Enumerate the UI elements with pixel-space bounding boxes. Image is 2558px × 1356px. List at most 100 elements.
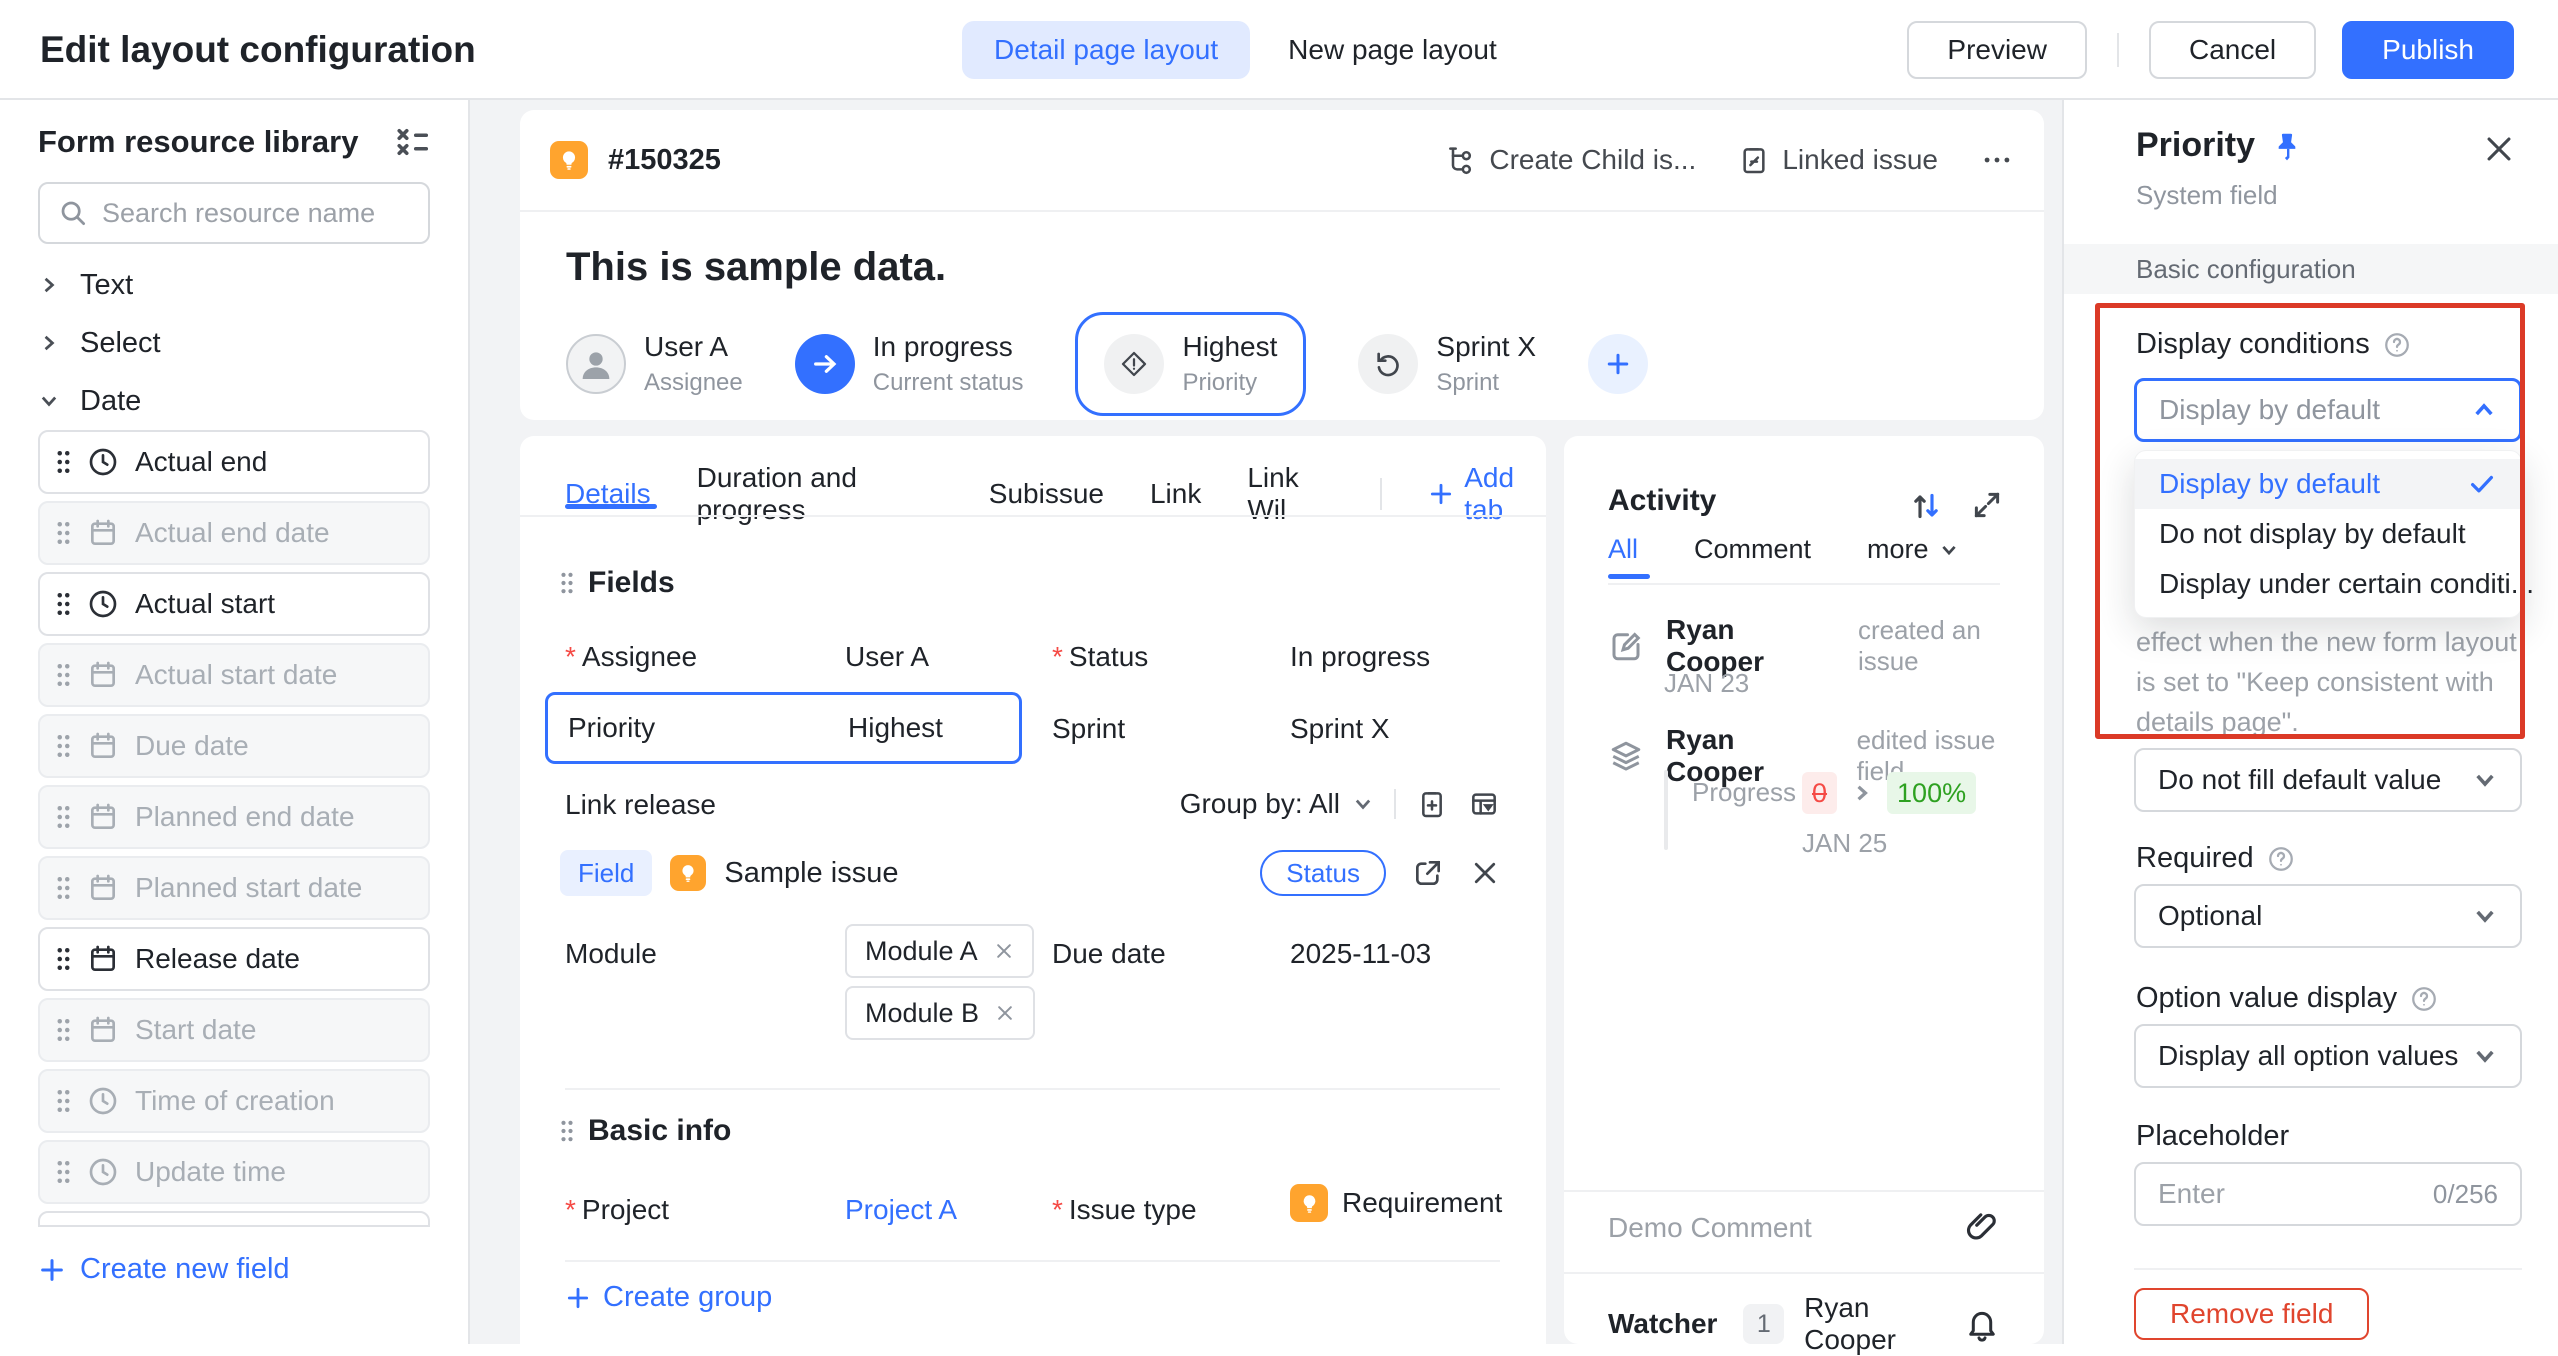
activity-tab-more[interactable]: more xyxy=(1867,534,1959,565)
expand-icon[interactable] xyxy=(1970,488,2004,524)
group-date[interactable]: Date xyxy=(38,372,430,430)
field-card-planned-end-date[interactable]: Planned end date xyxy=(38,785,430,849)
field-card-clipped[interactable] xyxy=(38,1211,430,1227)
help-icon[interactable] xyxy=(2382,330,2412,360)
remove-field-button[interactable]: Remove field xyxy=(2134,1288,2370,1340)
tab-link[interactable]: Link xyxy=(1150,478,1201,510)
page-title: Edit layout configuration xyxy=(40,29,476,70)
activity-tab-comment[interactable]: Comment xyxy=(1694,534,1811,565)
drag-handle-icon[interactable] xyxy=(56,945,71,973)
field-card-due-date[interactable]: Due date xyxy=(38,714,430,778)
placeholder-input[interactable] xyxy=(2158,1178,2423,1210)
field-card-time-of-creation[interactable]: Time of creation xyxy=(38,1069,430,1133)
tab-detail-page-layout[interactable]: Detail page layout xyxy=(962,21,1251,79)
layers-icon xyxy=(1608,738,1644,774)
priority-chip-selected[interactable]: Highest Priority xyxy=(1075,312,1307,416)
field-card-release-date[interactable]: Release date xyxy=(38,927,430,991)
watcher-name[interactable]: Ryan Cooper xyxy=(1804,1292,1964,1356)
comment-input[interactable]: Demo Comment xyxy=(1608,1212,1812,1244)
search-input[interactable] xyxy=(102,197,456,229)
drag-handle-icon[interactable] xyxy=(56,1016,71,1044)
sample-issue-actions: Status xyxy=(1260,850,1500,896)
dropdown-option-do-not-display[interactable]: Do not display by default xyxy=(2135,509,2521,559)
required-select[interactable]: Optional xyxy=(2134,884,2522,948)
assignee-value[interactable]: User A xyxy=(845,641,929,673)
tab-subissue[interactable]: Subissue xyxy=(989,478,1104,510)
option-value-display-select[interactable]: Display all option values xyxy=(2134,1024,2522,1088)
calendar-icon xyxy=(87,730,119,762)
drag-handle-icon[interactable] xyxy=(56,732,71,760)
create-new-field-button[interactable]: Create new field xyxy=(38,1253,430,1286)
create-child-issue-button[interactable]: Create Child is... xyxy=(1445,144,1696,176)
priority-field-selected[interactable]: Priority Highest xyxy=(545,692,1022,764)
create-group-button[interactable]: Create group xyxy=(565,1281,772,1314)
pin-icon[interactable] xyxy=(2271,130,2303,162)
module-tag[interactable]: Module B xyxy=(845,986,1036,1040)
tab-new-page-layout[interactable]: New page layout xyxy=(1288,34,1497,66)
drag-handle-icon[interactable] xyxy=(56,874,71,902)
drag-handle-icon[interactable] xyxy=(56,1158,71,1186)
default-value-select[interactable]: Do not fill default value xyxy=(2134,748,2522,812)
help-icon[interactable] xyxy=(2409,984,2439,1014)
issue-type-value-wrap[interactable]: Requirement xyxy=(1290,1184,1502,1222)
field-card-planned-start-date[interactable]: Planned start date xyxy=(38,856,430,920)
sprint-value[interactable]: Sprint X xyxy=(1290,713,1390,745)
field-card-start-date[interactable]: Start date xyxy=(38,998,430,1062)
field-card-actual-end[interactable]: Actual end xyxy=(38,430,430,494)
priority-value: Highest xyxy=(848,712,943,743)
attachment-icon[interactable] xyxy=(1964,1208,2000,1244)
remove-link-icon[interactable] xyxy=(1470,858,1500,888)
collapse-panel-icon[interactable] xyxy=(394,124,430,160)
group-text[interactable]: Text xyxy=(38,256,430,314)
drag-handle-icon[interactable] xyxy=(560,570,574,596)
chevron-up-icon xyxy=(2471,397,2497,423)
open-in-new-icon[interactable] xyxy=(1412,857,1444,889)
layout-mode-tabs: Detail page layout New page layout xyxy=(962,21,1497,79)
close-inspector-icon[interactable] xyxy=(2482,132,2516,166)
publish-button[interactable]: Publish xyxy=(2342,21,2514,79)
remove-tag-icon[interactable] xyxy=(994,941,1014,961)
group-by-dropdown[interactable]: Group by: All xyxy=(1180,788,1374,820)
activity-tab-all[interactable]: All xyxy=(1608,534,1638,565)
drag-handle-icon[interactable] xyxy=(56,661,71,689)
status-value[interactable]: In progress xyxy=(1290,641,1430,673)
table-config-icon[interactable] xyxy=(1468,788,1500,820)
copy-fields-icon[interactable] xyxy=(1416,788,1448,820)
search-resource-box[interactable] xyxy=(38,182,456,244)
sort-order-icon[interactable] xyxy=(1908,488,1944,524)
field-inspector-panel: Priority System field Basic configuratio… xyxy=(2062,100,2558,1344)
project-value[interactable]: Project A xyxy=(845,1194,957,1226)
drag-handle-icon[interactable] xyxy=(56,448,71,476)
field-card-update-time[interactable]: Update time xyxy=(38,1140,430,1204)
drag-handle-icon[interactable] xyxy=(56,519,71,547)
drag-handle-icon[interactable] xyxy=(56,803,71,831)
status-pill[interactable]: Status xyxy=(1260,850,1386,896)
bell-icon[interactable] xyxy=(1964,1306,2000,1342)
more-icon[interactable] xyxy=(1980,143,2014,177)
cancel-button[interactable]: Cancel xyxy=(2148,21,2317,79)
help-icon[interactable] xyxy=(2266,844,2296,874)
module-tag[interactable]: Module A xyxy=(845,924,1034,978)
assignee-chip[interactable]: User A Assignee xyxy=(566,331,743,397)
drag-handle-icon[interactable] xyxy=(56,590,71,618)
dropdown-option-display-under-conditions[interactable]: Display under certain conditi... xyxy=(2135,559,2534,609)
fields-section-header[interactable]: Fields xyxy=(560,566,675,600)
drag-handle-icon[interactable] xyxy=(560,1118,574,1144)
due-date-value[interactable]: 2025-11-03 xyxy=(1290,938,1431,970)
field-card-actual-end-date[interactable]: Actual end date xyxy=(38,501,430,565)
display-conditions-select[interactable]: Display by default xyxy=(2134,378,2522,442)
group-select[interactable]: Select xyxy=(38,314,430,372)
dropdown-option-display-by-default[interactable]: Display by default xyxy=(2135,459,2521,509)
current-status-chip[interactable]: In progress Current status xyxy=(794,331,1023,397)
basic-info-section-header[interactable]: Basic info xyxy=(560,1114,731,1148)
option-value-display-label-row: Option value display xyxy=(2136,982,2439,1015)
preview-button[interactable]: Preview xyxy=(1907,21,2087,79)
field-card-actual-start-date[interactable]: Actual start date xyxy=(38,643,430,707)
remove-tag-icon[interactable] xyxy=(995,1003,1015,1023)
field-card-actual-start[interactable]: Actual start xyxy=(38,572,430,636)
add-field-chip-button[interactable] xyxy=(1588,334,1649,394)
sprint-chip[interactable]: Sprint X Sprint xyxy=(1358,331,1536,397)
drag-handle-icon[interactable] xyxy=(56,1087,71,1115)
sample-issue-title[interactable]: Sample issue xyxy=(724,857,898,890)
linked-issue-button[interactable]: Linked issue xyxy=(1738,144,1938,176)
